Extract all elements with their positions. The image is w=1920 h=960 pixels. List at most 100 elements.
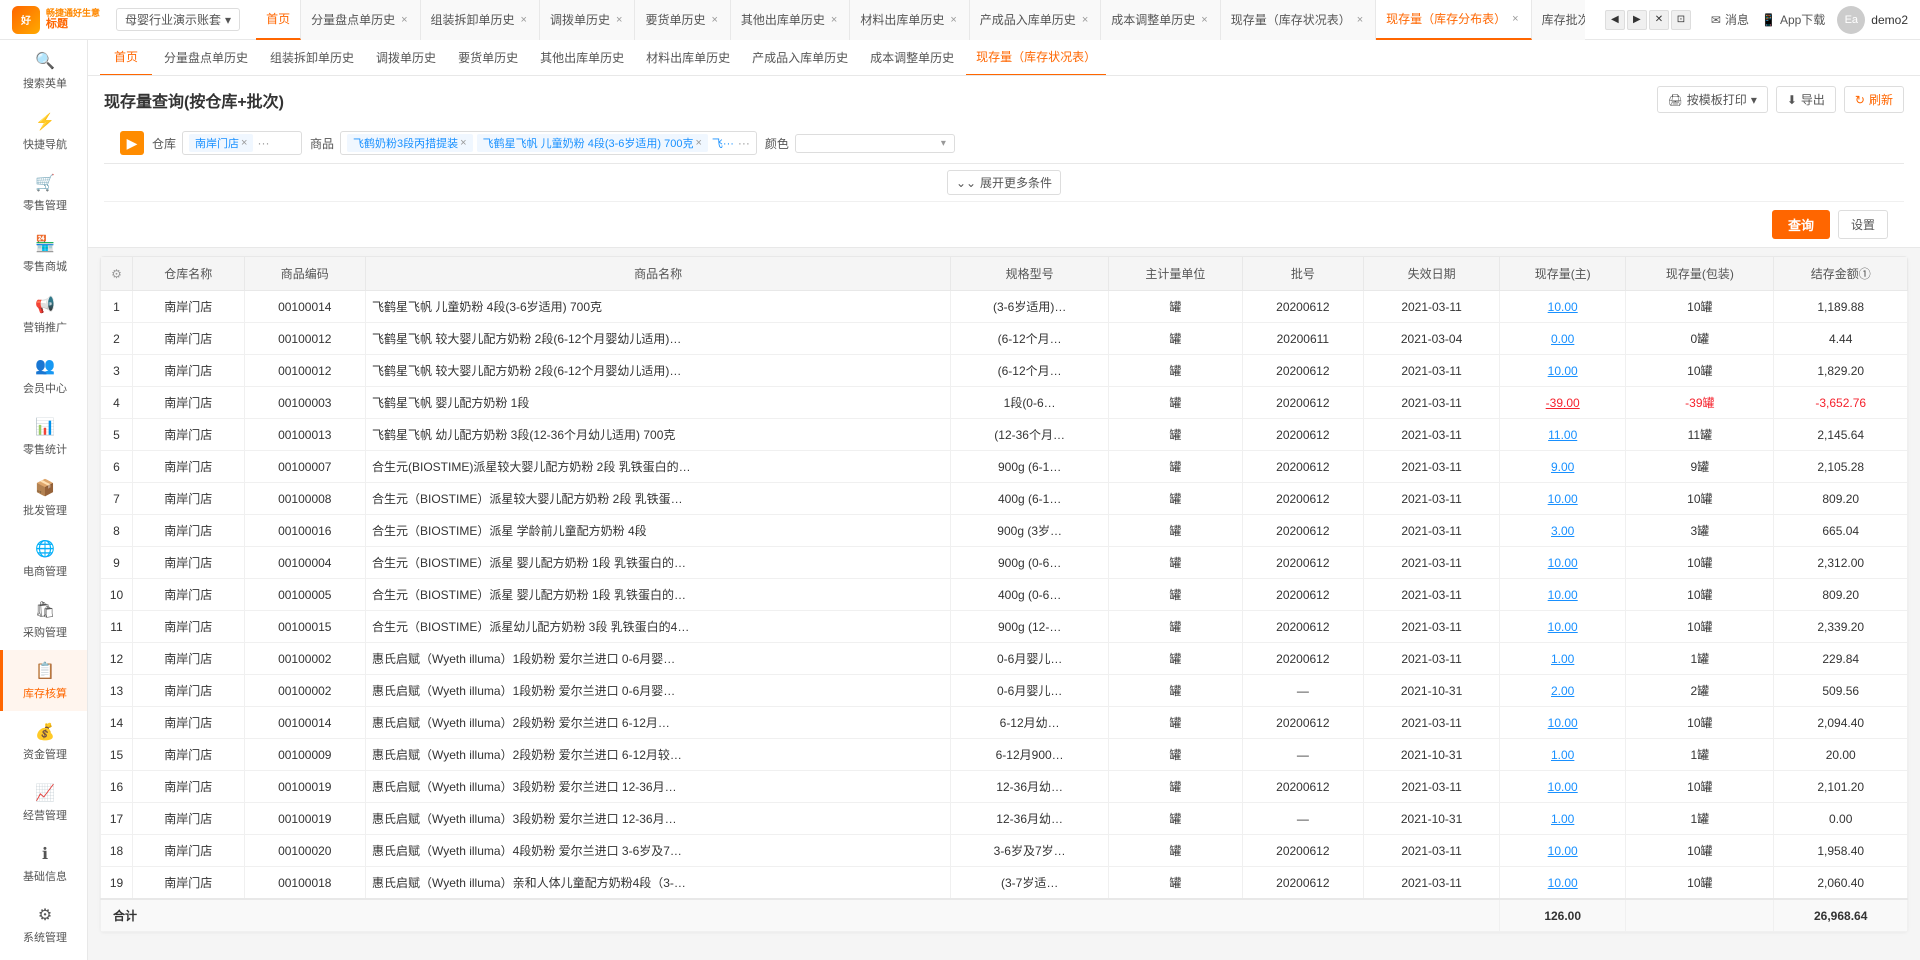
color-dropdown-arrow: ▾ bbox=[941, 138, 946, 149]
cell-balance: 2,339.20 bbox=[1774, 611, 1908, 643]
sec-nav-adjust[interactable]: 调拨单历史 bbox=[366, 40, 446, 76]
cell-qty-main[interactable]: 10.00 bbox=[1500, 579, 1626, 611]
tab-split-history[interactable]: 分量盘点单历史 × bbox=[301, 0, 420, 40]
commodity-tag-1[interactable]: 飞鹤奶粉3段丙措提装 × bbox=[347, 134, 473, 152]
sec-nav-material-out[interactable]: 材料出库单历史 bbox=[636, 40, 740, 76]
commodity-more-tag[interactable]: 飞··· bbox=[712, 135, 734, 151]
cell-qty-main[interactable]: 10.00 bbox=[1500, 355, 1626, 387]
cell-qty-pkg: 10罐 bbox=[1626, 707, 1774, 739]
color-select[interactable]: ▾ bbox=[795, 134, 955, 153]
tab-batch-ledger[interactable]: 库存批次账 × bbox=[1532, 0, 1585, 40]
sidebar-item-ecommerce[interactable]: 🌐 电商管理 bbox=[0, 528, 87, 589]
cell-qty-main[interactable]: 2.00 bbox=[1500, 675, 1626, 707]
cell-qty-main[interactable]: 10.00 bbox=[1500, 547, 1626, 579]
close-material-out[interactable]: × bbox=[948, 13, 958, 27]
cell-qty-main[interactable]: 10.00 bbox=[1500, 707, 1626, 739]
close-product-in[interactable]: × bbox=[1080, 13, 1090, 27]
sidebar-item-operation[interactable]: 📈 经营管理 bbox=[0, 772, 87, 833]
user-area[interactable]: Ea demo2 bbox=[1837, 6, 1908, 34]
cell-qty-main[interactable]: 10.00 bbox=[1500, 611, 1626, 643]
warehouse-tag-close[interactable]: × bbox=[241, 137, 247, 149]
commodity-tag-1-close[interactable]: × bbox=[460, 137, 466, 149]
refresh-btn[interactable]: ↻ 刷新 bbox=[1844, 86, 1904, 113]
sec-nav-split-history[interactable]: 分量盘点单历史 bbox=[154, 40, 258, 76]
cell-batch: 20200611 bbox=[1242, 323, 1363, 355]
tab-close-btn[interactable]: ✕ bbox=[1649, 10, 1669, 30]
tab-other-out[interactable]: 其他出库单历史 × bbox=[731, 0, 850, 40]
commodity-tag-box[interactable]: 飞鹤奶粉3段丙措提装 × 飞鹤星飞帆 儿童奶粉 4段(3-6岁适用) 700克 … bbox=[340, 131, 757, 155]
close-cost-adjust[interactable]: × bbox=[1199, 13, 1209, 27]
cell-qty-main[interactable]: 11.00 bbox=[1500, 419, 1626, 451]
expand-conditions-btn[interactable]: ⌄⌄ 展开更多条件 bbox=[947, 170, 1061, 195]
sidebar-item-finance[interactable]: 💰 资金管理 bbox=[0, 711, 87, 772]
sec-nav-group[interactable]: 组装拆卸单历史 bbox=[260, 40, 364, 76]
tab-fullscreen-btn[interactable]: ⊡ bbox=[1671, 10, 1691, 30]
settings-gear-icon[interactable]: ⚙ bbox=[111, 267, 122, 281]
tab-require-history[interactable]: 要货单历史 × bbox=[635, 0, 730, 40]
close-stock-status[interactable]: × bbox=[1355, 13, 1365, 27]
template-print-btn[interactable]: 🖨 按模板打印 ▾ bbox=[1657, 86, 1768, 113]
account-dropdown[interactable]: 母婴行业演示账套 ▾ bbox=[116, 8, 240, 31]
sidebar-item-cooperation[interactable]: 🤝 企业协同 bbox=[0, 955, 87, 960]
tab-home[interactable]: 首页 bbox=[256, 0, 301, 40]
sec-nav-require[interactable]: 要货单历史 bbox=[448, 40, 528, 76]
app-download-btn[interactable]: 📱 App下载 bbox=[1761, 11, 1825, 28]
sec-nav-other-out[interactable]: 其他出库单历史 bbox=[530, 40, 634, 76]
cell-qty-main[interactable]: 1.00 bbox=[1500, 739, 1626, 771]
cell-qty-main[interactable]: 10.00 bbox=[1500, 867, 1626, 900]
commodity-tag-2[interactable]: 飞鹤星飞帆 儿童奶粉 4段(3-6岁适用) 700克 × bbox=[477, 134, 708, 152]
settings-btn[interactable]: 设置 bbox=[1838, 210, 1888, 239]
tab-prev-btn[interactable]: ◀ bbox=[1605, 10, 1625, 30]
filter-expand-btn[interactable]: ▶ bbox=[120, 131, 144, 155]
footer-label: 合计 bbox=[101, 899, 1500, 932]
tab-group-disassemble[interactable]: 组装拆卸单历史 × bbox=[421, 0, 540, 40]
close-other-out[interactable]: × bbox=[829, 13, 839, 27]
sidebar-item-marketing[interactable]: 📢 营销推广 bbox=[0, 284, 87, 345]
tab-cost-adjust[interactable]: 成本调整单历史 × bbox=[1101, 0, 1220, 40]
sidebar-item-basic[interactable]: ℹ 基础信息 bbox=[0, 833, 87, 894]
query-btn[interactable]: 查询 bbox=[1772, 210, 1830, 239]
sec-nav-product-in[interactable]: 产成品入库单历史 bbox=[742, 40, 858, 76]
sidebar-item-shortcut[interactable]: ⚡ 快捷导航 bbox=[0, 101, 87, 162]
warehouse-tag-box[interactable]: 南岸门店 × ··· bbox=[182, 131, 302, 155]
cell-spec: 3-6岁及7岁… bbox=[951, 835, 1109, 867]
cell-qty-main[interactable]: 10.00 bbox=[1500, 835, 1626, 867]
sidebar-item-retail[interactable]: 🛒 零售管理 bbox=[0, 162, 87, 223]
cell-qty-main[interactable]: 10.00 bbox=[1500, 291, 1626, 323]
cell-qty-main[interactable]: 3.00 bbox=[1500, 515, 1626, 547]
sidebar-item-retail-mall[interactable]: 🏪 零售商城 bbox=[0, 223, 87, 284]
tab-next-btn[interactable]: ▶ bbox=[1627, 10, 1647, 30]
close-split-history[interactable]: × bbox=[399, 13, 409, 27]
warehouse-tag-nanang[interactable]: 南岸门店 × bbox=[189, 134, 253, 152]
message-btn[interactable]: ✉ 消息 bbox=[1711, 11, 1749, 28]
sec-nav-home[interactable]: 首页 bbox=[100, 40, 152, 76]
commodity-tag-2-close[interactable]: × bbox=[695, 137, 701, 149]
sidebar-item-inventory[interactable]: 📋 库存核算 bbox=[0, 650, 87, 711]
sidebar-item-member[interactable]: 👥 会员中心 bbox=[0, 345, 87, 406]
tab-stock-dist[interactable]: 现存量（库存分布表）× bbox=[1376, 0, 1531, 40]
close-require-history[interactable]: × bbox=[709, 13, 719, 27]
cell-qty-main[interactable]: -39.00 bbox=[1500, 387, 1626, 419]
sidebar-item-retail-stats[interactable]: 📊 零售统计 bbox=[0, 406, 87, 467]
cell-qty-main[interactable]: 0.00 bbox=[1500, 323, 1626, 355]
tab-product-in[interactable]: 产成品入库单历史 × bbox=[970, 0, 1101, 40]
tab-stock-status[interactable]: 现存量（库存状况表）× bbox=[1221, 0, 1376, 40]
sec-nav-stock-status[interactable]: 现存量（库存状况表） bbox=[966, 40, 1106, 76]
cell-qty-main[interactable]: 10.00 bbox=[1500, 483, 1626, 515]
export-btn[interactable]: ⬇ 导出 bbox=[1776, 86, 1836, 113]
cell-qty-main[interactable]: 9.00 bbox=[1500, 451, 1626, 483]
close-stock-dist[interactable]: × bbox=[1510, 12, 1520, 26]
sec-nav-cost-adjust[interactable]: 成本调整单历史 bbox=[860, 40, 964, 76]
tab-material-out[interactable]: 材料出库单历史 × bbox=[850, 0, 969, 40]
sidebar-item-search[interactable]: 🔍 搜索英单 bbox=[0, 40, 87, 101]
cell-qty-main[interactable]: 10.00 bbox=[1500, 771, 1626, 803]
sidebar-item-system[interactable]: ⚙ 系统管理 bbox=[0, 894, 87, 955]
sidebar-item-purchase[interactable]: 🛍 采购管理 bbox=[0, 589, 87, 650]
tab-adjust-history[interactable]: 调拨单历史 × bbox=[540, 0, 635, 40]
cell-qty-main[interactable]: 1.00 bbox=[1500, 803, 1626, 835]
cell-qty-main[interactable]: 1.00 bbox=[1500, 643, 1626, 675]
cell-warehouse: 南岸门店 bbox=[133, 707, 245, 739]
close-adjust-history[interactable]: × bbox=[614, 13, 624, 27]
close-group-disassemble[interactable]: × bbox=[519, 13, 529, 27]
sidebar-item-wholesale[interactable]: 📦 批发管理 bbox=[0, 467, 87, 528]
